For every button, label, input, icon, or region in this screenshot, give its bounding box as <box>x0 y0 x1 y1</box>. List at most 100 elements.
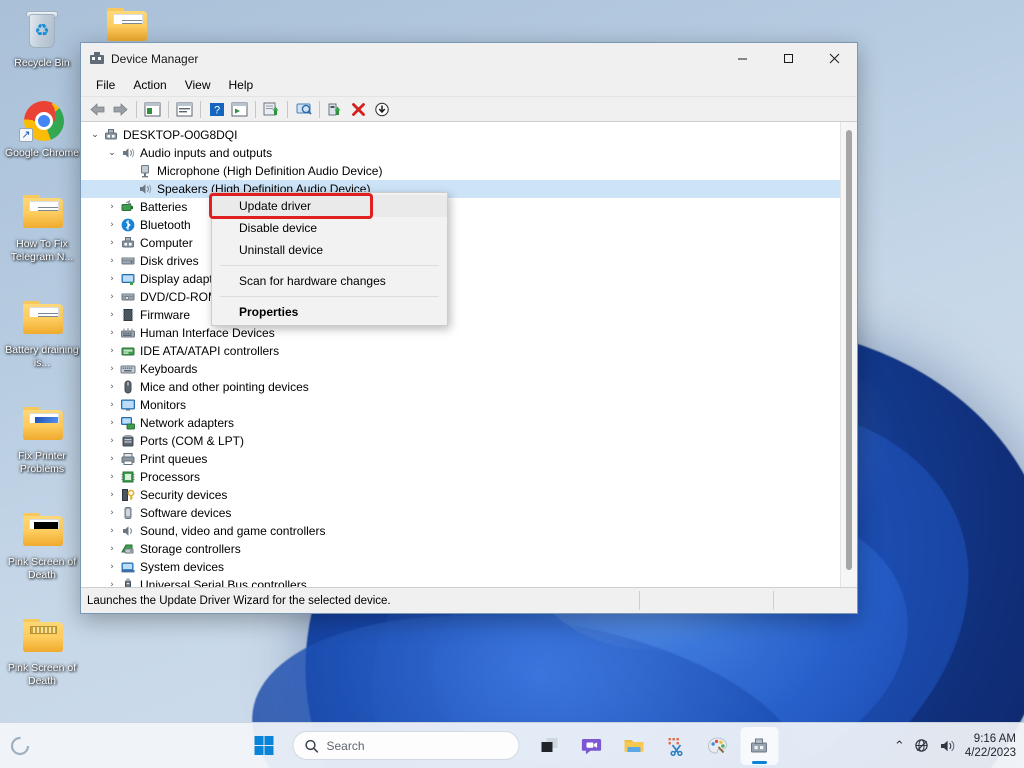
desktop-icon-recycle-bin[interactable]: ♻ Recycle Bin <box>0 4 84 74</box>
tree-row[interactable]: ⌄ Audio inputs and outputs <box>81 144 840 162</box>
network-disconnected-icon[interactable] <box>914 738 930 754</box>
minimize-button[interactable] <box>719 43 765 74</box>
chevron-right-icon[interactable]: › <box>104 346 120 356</box>
search-input[interactable]: Search <box>292 731 520 760</box>
paint-button[interactable] <box>699 727 737 765</box>
tree-row[interactable]: › Print queues <box>81 450 840 468</box>
chevron-right-icon[interactable]: › <box>104 310 120 320</box>
update-driver-button[interactable] <box>260 98 283 120</box>
chevron-right-icon[interactable]: › <box>104 328 120 338</box>
tree-row[interactable]: › Firmware <box>81 306 840 324</box>
menu-help[interactable]: Help <box>220 76 263 94</box>
show-hidden-devices-button[interactable] <box>228 98 251 120</box>
tree-row[interactable]: ⌄ DESKTOP-O0G8DQI <box>81 126 840 144</box>
uninstall-device-button[interactable] <box>347 98 370 120</box>
task-view-button[interactable] <box>531 727 569 765</box>
show-hide-console-tree-button[interactable] <box>141 98 164 120</box>
chevron-right-icon[interactable]: › <box>104 364 120 374</box>
tray-chevron-up-icon[interactable]: ⌃ <box>894 738 905 754</box>
tree-scrollbar[interactable] <box>840 122 857 587</box>
disable-device-button[interactable] <box>324 98 347 120</box>
help-button[interactable]: ? <box>205 98 228 120</box>
chevron-right-icon[interactable]: › <box>104 400 120 410</box>
tree-row[interactable]: › Software devices <box>81 504 840 522</box>
context-menu-item-disable-device[interactable]: Disable device <box>212 217 447 239</box>
desktop-icon-battery-draining[interactable]: Battery draining is... <box>0 291 84 373</box>
tree-node-label: System devices <box>140 560 225 574</box>
chevron-down-icon[interactable]: ⌄ <box>104 148 120 158</box>
folder-icon <box>18 191 66 235</box>
tree-row[interactable]: › Batteries <box>81 198 840 216</box>
tree-row[interactable]: › Bluetooth <box>81 216 840 234</box>
tree-row[interactable]: › Universal Serial Bus controllers <box>81 576 840 587</box>
maximize-button[interactable] <box>765 43 811 74</box>
tree-row[interactable]: › Ports (COM & LPT) <box>81 432 840 450</box>
chevron-right-icon[interactable]: › <box>104 382 120 392</box>
tree-row[interactable]: › Processors <box>81 468 840 486</box>
context-menu-item-scan-for-hardware-changes[interactable]: Scan for hardware changes <box>212 270 447 292</box>
desktop-icon-google-chrome[interactable]: ↗ Google Chrome <box>0 94 84 164</box>
chevron-right-icon[interactable]: › <box>104 292 120 302</box>
scrollbar-thumb[interactable] <box>846 130 852 570</box>
chevron-right-icon[interactable]: › <box>104 580 120 587</box>
chevron-right-icon[interactable]: › <box>104 238 120 248</box>
tree-row[interactable]: › Monitors <box>81 396 840 414</box>
snipping-tool-button[interactable] <box>657 727 695 765</box>
chat-button[interactable] <box>573 727 611 765</box>
tree-row[interactable]: › Sound, video and game controllers <box>81 522 840 540</box>
back-button[interactable] <box>86 98 109 120</box>
title-bar[interactable]: Device Manager <box>81 43 857 74</box>
desktop-icon-how-to-fix-telegram[interactable]: How To Fix Telegram N... <box>0 185 84 267</box>
chevron-right-icon[interactable]: › <box>104 490 120 500</box>
start-button[interactable] <box>246 728 282 764</box>
tree-row[interactable]: Microphone (High Definition Audio Device… <box>81 162 840 180</box>
taskbar-clock[interactable]: 9:16 AM 4/22/2023 <box>965 732 1016 760</box>
close-button[interactable] <box>811 43 857 74</box>
tree-row[interactable]: › DVD/CD-ROM drives <box>81 288 840 306</box>
tree-row[interactable]: › System devices <box>81 558 840 576</box>
chevron-right-icon[interactable]: › <box>104 418 120 428</box>
device-tree[interactable]: ⌄ DESKTOP-O0G8DQI ⌄ Audio inputs and output… <box>81 122 840 587</box>
menu-file[interactable]: File <box>87 76 124 94</box>
tree-row[interactable]: › IDE ATA/ATAPI controllers <box>81 342 840 360</box>
chevron-right-icon[interactable]: › <box>104 544 120 554</box>
tree-row[interactable]: › Computer <box>81 234 840 252</box>
tree-row[interactable]: › Disk drives <box>81 252 840 270</box>
scan-hardware-changes-button[interactable] <box>292 98 315 120</box>
chevron-down-icon[interactable]: ⌄ <box>87 130 103 140</box>
tree-row[interactable]: › Human Interface Devices <box>81 324 840 342</box>
tree-row-selected[interactable]: Speakers (High Definition Audio Device) <box>81 180 840 198</box>
desktop-icon-pink-screen-of-death-zip[interactable]: Pink Screen of Death <box>0 609 84 691</box>
volume-icon[interactable] <box>939 738 956 754</box>
device-manager-icon <box>751 738 767 752</box>
chevron-right-icon[interactable]: › <box>104 256 120 266</box>
chevron-right-icon[interactable]: › <box>104 472 120 482</box>
chevron-right-icon[interactable]: › <box>104 202 120 212</box>
chevron-right-icon[interactable]: › <box>104 274 120 284</box>
menu-action[interactable]: Action <box>124 76 175 94</box>
computer-icon <box>120 235 136 251</box>
device-manager-button[interactable] <box>740 726 779 765</box>
tree-row[interactable]: › Mice and other pointing devices <box>81 378 840 396</box>
properties-button[interactable] <box>173 98 196 120</box>
chevron-right-icon[interactable]: › <box>104 508 120 518</box>
context-menu-item-uninstall-device[interactable]: Uninstall device <box>212 239 447 261</box>
chevron-right-icon[interactable]: › <box>104 562 120 572</box>
chevron-right-icon[interactable]: › <box>104 454 120 464</box>
tree-row[interactable]: › Display adapters <box>81 270 840 288</box>
forward-button[interactable] <box>109 98 132 120</box>
menu-view[interactable]: View <box>176 76 220 94</box>
desktop-icon-pink-screen-of-death[interactable]: Pink Screen of Death <box>0 503 84 585</box>
tree-row[interactable]: › Security devices <box>81 486 840 504</box>
tree-row[interactable]: › Keyboards <box>81 360 840 378</box>
chevron-right-icon[interactable]: › <box>104 436 120 446</box>
context-menu-item-properties[interactable]: Properties <box>212 301 447 323</box>
file-explorer-button[interactable] <box>615 727 653 765</box>
tree-row[interactable]: › Network adapters <box>81 414 840 432</box>
chevron-right-icon[interactable]: › <box>104 526 120 536</box>
desktop-icon-fix-printer-problems[interactable]: Fix Printer Problems <box>0 397 84 479</box>
tree-row[interactable]: › Storage controllers <box>81 540 840 558</box>
chevron-right-icon[interactable]: › <box>104 220 120 230</box>
tree-node-label: Computer <box>140 236 193 250</box>
download-button[interactable] <box>370 98 393 120</box>
